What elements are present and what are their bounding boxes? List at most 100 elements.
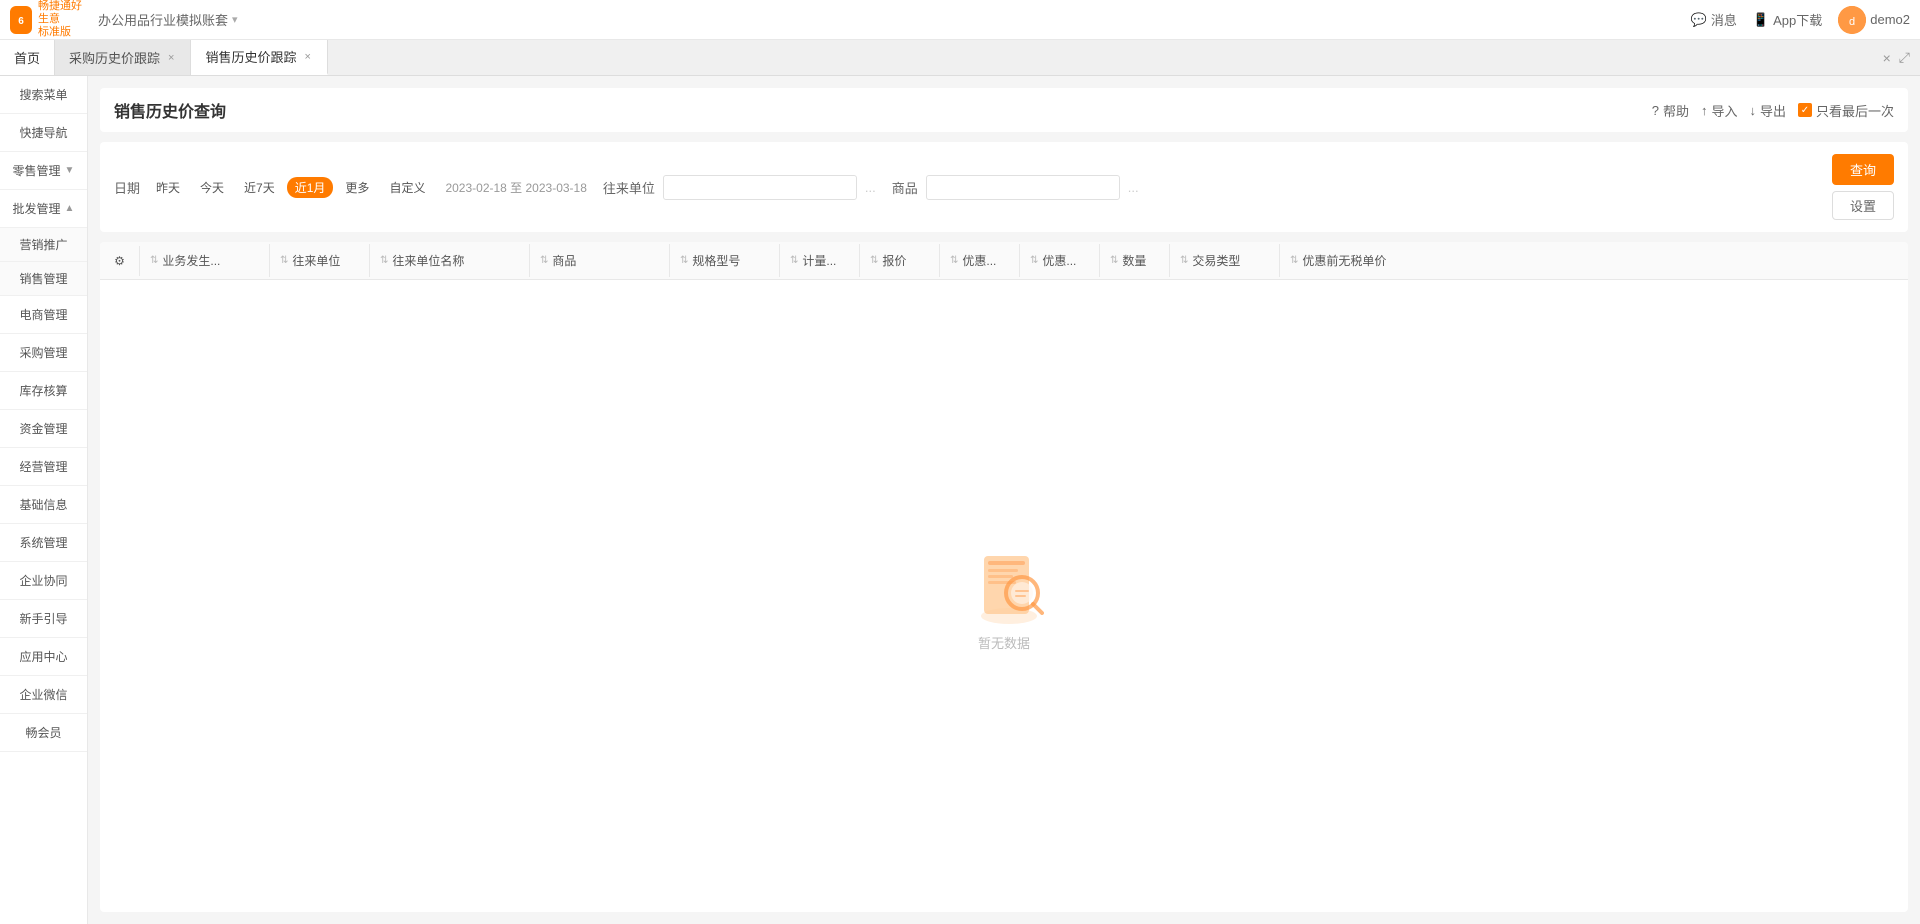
th-disc2[interactable]: ⇅ 优惠... [1020,244,1100,277]
sidebar-item-ecommerce-mgmt[interactable]: 电商管理 [0,296,87,334]
tab-purchase-history[interactable]: 采购历史价跟踪 × [55,40,191,75]
th-spec[interactable]: ⇅ 规格型号 [670,244,780,277]
partner-label: 往来单位 [603,178,655,197]
th-disc1[interactable]: ⇅ 优惠... [940,244,1020,277]
sidebar-item-app-center[interactable]: 应用中心 [0,638,87,676]
th-qty[interactable]: ⇅ 数量 [1100,244,1170,277]
only-last-checkbox-area[interactable]: ✓ 只看最后一次 [1798,101,1894,120]
top-bar-right: 💬 消息 📱 App下载 d demo2 [1691,6,1910,34]
table-header: ⚙ ⇅ 业务发生... ⇅ 往来单位 ⇅ 往来单位名称 [100,242,1908,280]
goods-label: 商品 [892,178,918,197]
chevron-up-icon: ▲ [65,203,75,214]
sort-icon-disc1: ⇅ [950,255,958,266]
th-trade-type[interactable]: ⇅ 交易类型 [1170,244,1280,277]
sidebar-item-purchase-mgmt[interactable]: 采购管理 [0,334,87,372]
date-chip-yesterday[interactable]: 昨天 [148,177,188,198]
app-download-btn[interactable]: 📱 App下载 [1753,10,1822,29]
tab-close-all-icon[interactable]: × [1883,50,1891,66]
sidebar-item-inventory[interactable]: 库存核算 [0,372,87,410]
th-goods[interactable]: ⇅ 商品 [530,244,670,277]
sidebar-item-search-menu[interactable]: 搜索菜单 [0,76,87,114]
goods-filter-group: 商品 ... [892,175,1139,200]
logo-area: 6 畅捷通好生意 标准版 [10,0,90,39]
sidebar-search-label: 搜索菜单 [19,86,67,103]
tab-bar-actions: × ⤢ [1873,40,1920,75]
partner-input[interactable] [663,175,857,200]
query-button[interactable]: 查询 [1832,154,1894,185]
empty-state: 暂无数据 [100,280,1908,912]
sidebar-item-basic-info[interactable]: 基础信息 [0,486,87,524]
partner-dots[interactable]: ... [865,180,876,195]
tab-sales-history[interactable]: 销售历史价跟踪 × [191,40,327,75]
sidebar-item-fund-mgmt[interactable]: 资金管理 [0,410,87,448]
sort-icon-partner-name: ⇅ [380,255,388,266]
sidebar-item-operation-mgmt[interactable]: 经营管理 [0,448,87,486]
date-chip-7days[interactable]: 近7天 [236,177,283,198]
tab-expand-icon[interactable]: ⤢ [1899,49,1910,66]
goods-input[interactable] [926,175,1120,200]
logo-text: 畅捷通好生意 标准版 [38,0,90,39]
top-bar-left: 6 畅捷通好生意 标准版 办公用品行业模拟账套 ▾ [10,0,238,39]
sidebar-quicknav-label: 快捷导航 [19,124,67,141]
export-icon: ↓ [1749,103,1756,118]
th-partner-name[interactable]: ⇅ 往来单位名称 [370,244,530,277]
sidebar-item-quick-nav[interactable]: 快捷导航 [0,114,87,152]
th-notax-price[interactable]: ⇅ 优惠前无税单价 [1280,244,1908,277]
sidebar-item-system-mgmt[interactable]: 系统管理 [0,524,87,562]
th-partner-code[interactable]: ⇅ 往来单位 [270,244,370,277]
tab-bar: 首页 采购历史价跟踪 × 销售历史价跟踪 × × ⤢ [0,40,1920,76]
main-layout: 搜索菜单 快捷导航 零售管理 ▼ 批发管理 ▲ 营销推广 销售管理 电商管理 采… [0,76,1920,924]
goods-dots[interactable]: ... [1128,180,1139,195]
svg-text:d: d [1849,16,1855,28]
date-range-text: 2023-02-18 至 2023-03-18 [445,179,586,196]
sort-icon-price: ⇅ [870,255,878,266]
empty-illustration [964,541,1044,621]
sort-icon-qty: ⇅ [1110,255,1118,266]
sidebar-item-retail-mgmt[interactable]: 零售管理 ▼ [0,152,87,190]
th-unit[interactable]: ⇅ 计量... [780,244,860,277]
sort-icon-partner: ⇅ [280,255,288,266]
sidebar-item-wholesale-mgmt[interactable]: 批发管理 ▲ [0,190,87,228]
sidebar-item-marketing[interactable]: 营销推广 [0,228,87,262]
dropdown-icon: ▾ [232,13,238,26]
app-title[interactable]: 办公用品行业模拟账套 ▾ [98,10,238,29]
date-chip-custom[interactable]: 自定义 [381,177,433,198]
content-area: 销售历史价查询 ? 帮助 ↑ 导入 ↓ 导出 ✓ [88,76,1920,924]
sidebar-item-enterprise-wechat[interactable]: 企业微信 [0,676,87,714]
th-biz-date[interactable]: ⇅ 业务发生... [140,244,270,277]
sidebar: 搜索菜单 快捷导航 零售管理 ▼ 批发管理 ▲ 营销推广 销售管理 电商管理 采… [0,76,88,924]
help-btn[interactable]: ? 帮助 [1652,101,1689,120]
svg-text:6: 6 [18,16,24,27]
date-chip-today[interactable]: 今天 [192,177,232,198]
th-price[interactable]: ⇅ 报价 [860,244,940,277]
chevron-down-icon: ▼ [65,165,75,176]
sort-icon-trade: ⇅ [1180,255,1188,266]
message-btn[interactable]: 💬 消息 [1691,10,1737,29]
date-chip-1month[interactable]: 近1月 [287,177,334,198]
help-icon: ? [1652,103,1659,118]
filter-bar: 日期 昨天 今天 近7天 近1月 更多 自定义 2023-02-18 至 202… [100,142,1908,232]
sort-icon-notax: ⇅ [1290,255,1298,266]
page-title-bar: 销售历史价查询 ? 帮助 ↑ 导入 ↓ 导出 ✓ [100,88,1908,132]
tab-sales-history-close[interactable]: × [302,49,312,65]
settings-button[interactable]: 设置 [1832,191,1894,220]
sidebar-item-member[interactable]: 畅会员 [0,714,87,752]
empty-text: 暂无数据 [978,633,1030,652]
user-area[interactable]: d demo2 [1838,6,1910,34]
avatar: d [1838,6,1866,34]
export-btn[interactable]: ↓ 导出 [1749,101,1786,120]
th-gear[interactable]: ⚙ [100,246,140,276]
sort-icon-biz: ⇅ [150,255,158,266]
tab-purchase-history-close[interactable]: × [166,50,176,66]
only-last-checkbox[interactable]: ✓ [1798,103,1812,117]
date-chip-more[interactable]: 更多 [337,177,377,198]
sidebar-item-enterprise-coop[interactable]: 企业协同 [0,562,87,600]
sidebar-item-sales-mgmt[interactable]: 销售管理 [0,262,87,296]
app-icon: 📱 [1753,12,1769,28]
sidebar-item-new-guide[interactable]: 新手引导 [0,600,87,638]
date-label: 日期 [114,178,140,197]
import-btn[interactable]: ↑ 导入 [1701,101,1738,120]
table-container: ⚙ ⇅ 业务发生... ⇅ 往来单位 ⇅ 往来单位名称 [100,242,1908,912]
tab-home[interactable]: 首页 [0,40,55,75]
sort-icon-spec: ⇅ [680,255,688,266]
